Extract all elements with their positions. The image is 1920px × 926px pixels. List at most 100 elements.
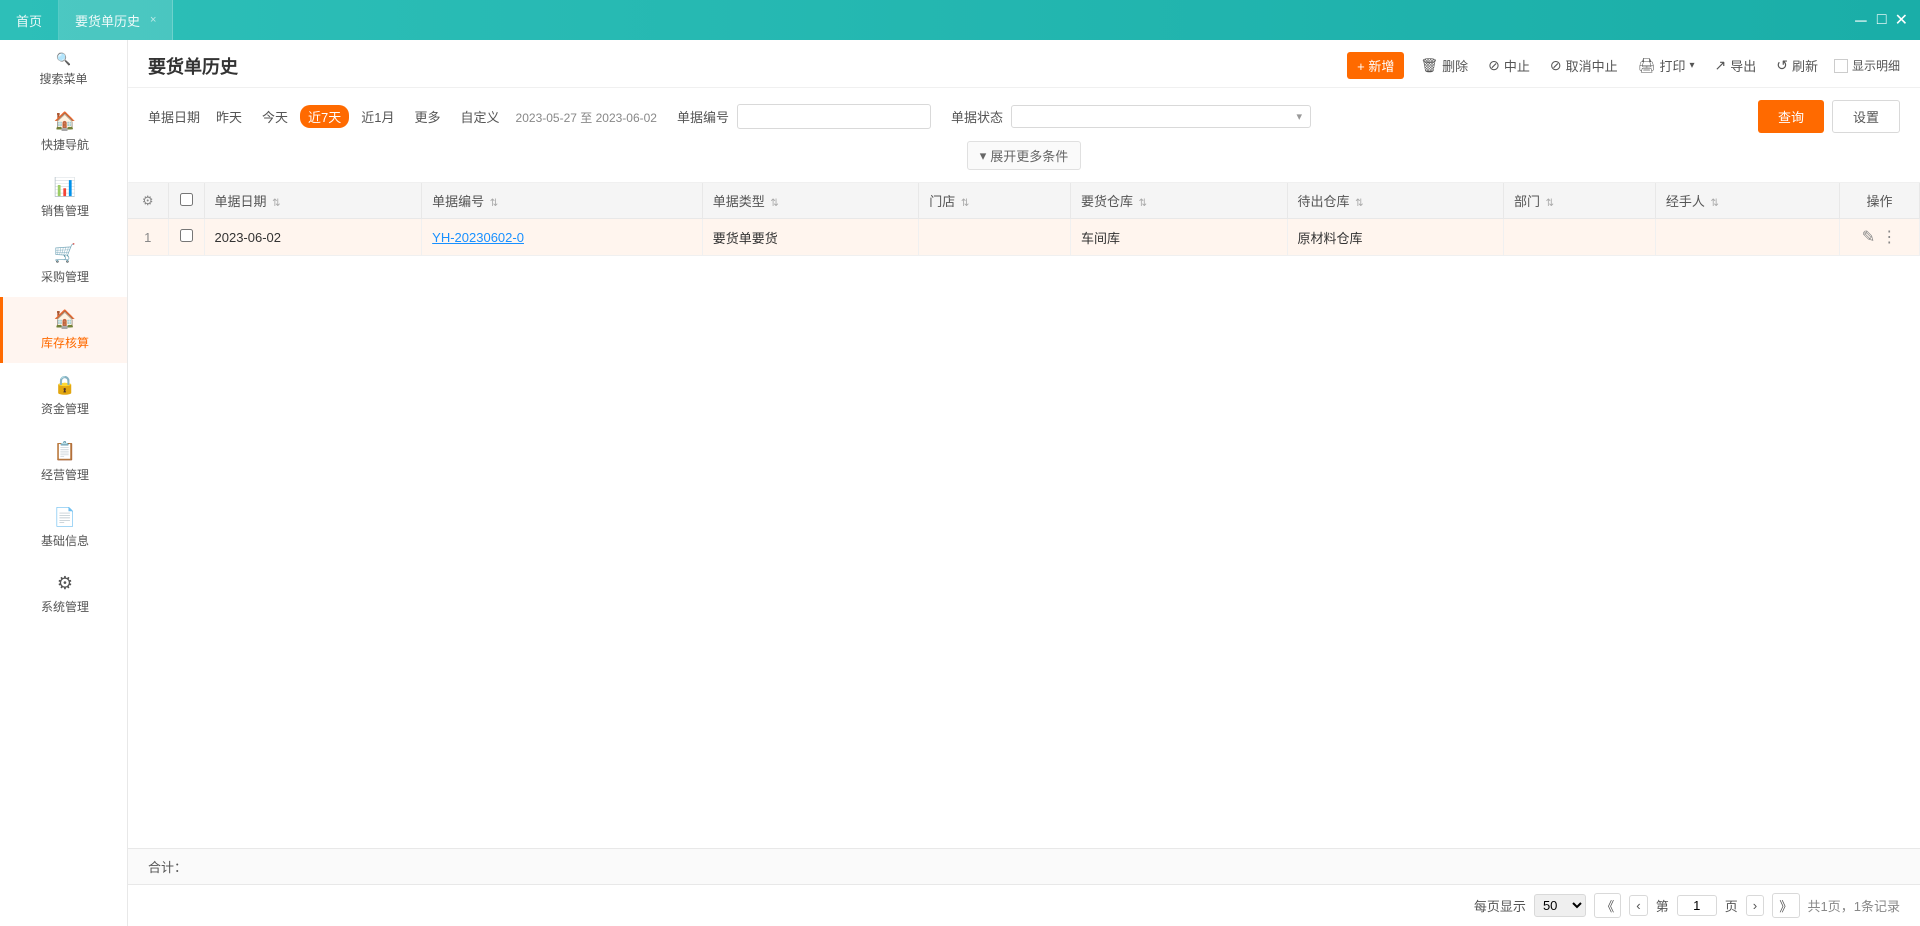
requisition-tab-label: 要货单历史 xyxy=(75,11,140,30)
row-docno[interactable]: YH-20230602-0 xyxy=(422,219,703,256)
sidebar-item-purchase[interactable]: 🛒 采购管理 xyxy=(0,231,127,297)
col-docno-label: 单据编号 xyxy=(432,194,484,209)
row-department xyxy=(1504,219,1656,256)
date-options: 昨天 今天 近7天 近1月 更多 自定义 xyxy=(208,105,508,128)
first-page-button[interactable]: 《 xyxy=(1594,893,1621,918)
col-req-warehouse-label: 要货仓库 xyxy=(1081,194,1133,209)
sidebar-item-basic-info[interactable]: 📄 基础信息 xyxy=(0,495,127,561)
row-checkbox[interactable] xyxy=(180,229,193,242)
sidebar-item-inventory[interactable]: 🏠 库存核算 xyxy=(0,297,127,363)
query-button[interactable]: 查询 xyxy=(1758,100,1824,133)
status-select[interactable]: ▾ xyxy=(1011,105,1311,128)
top-bar: 首页 要货单历史 × － □ ✕ xyxy=(0,0,1920,40)
page-number-input[interactable] xyxy=(1677,895,1717,916)
refresh-icon: ↺ xyxy=(1776,57,1788,74)
date-opt-today[interactable]: 今天 xyxy=(254,105,296,128)
table-settings-icon[interactable]: ⚙ xyxy=(142,193,154,208)
status-filter-label: 单据状态 xyxy=(951,107,1003,126)
next-page-button[interactable]: › xyxy=(1746,895,1764,916)
col-check[interactable] xyxy=(168,183,204,219)
main-layout: 🔍 搜索菜单 🏠 快捷导航 📊 销售管理 🛒 采购管理 🏠 库存核算 🔒 资金管… xyxy=(0,40,1920,926)
export-icon: ↗ xyxy=(1714,57,1726,74)
docno-filter-label: 单据编号 xyxy=(677,107,729,126)
cancel-stop-button[interactable]: ⊘ 取消中止 xyxy=(1546,54,1622,77)
sidebar-item-finance[interactable]: 🔒 资金管理 xyxy=(0,363,127,429)
show-detail-button[interactable]: 显示明细 xyxy=(1834,57,1900,74)
col-req-warehouse-sort-icon[interactable]: ⇅ xyxy=(1139,198,1147,209)
sidebar-item-label: 系统管理 xyxy=(41,598,89,615)
print-icon: 🖨 xyxy=(1638,57,1656,74)
col-doctype-sort-icon[interactable]: ⇅ xyxy=(770,198,778,209)
col-doctype-label: 单据类型 xyxy=(713,194,765,209)
prev-page-button[interactable]: ‹ xyxy=(1629,895,1647,916)
tab-requisition-history[interactable]: 要货单历史 × xyxy=(59,0,173,40)
row-more-icon[interactable]: ⋮ xyxy=(1881,227,1897,247)
sidebar-item-quick-nav[interactable]: 🏠 快捷导航 xyxy=(0,99,127,165)
select-all-checkbox[interactable] xyxy=(180,193,193,206)
filter-actions: 查询 设置 xyxy=(1758,100,1900,133)
cancel-stop-icon: ⊘ xyxy=(1550,57,1562,74)
maximize-icon[interactable]: □ xyxy=(1877,11,1887,29)
col-store-sort-icon[interactable]: ⇅ xyxy=(961,198,969,209)
col-handler-sort-icon[interactable]: ⇅ xyxy=(1710,198,1718,209)
close-icon[interactable]: ✕ xyxy=(1895,10,1908,30)
row-checkbox-cell[interactable] xyxy=(168,219,204,256)
cancel-stop-btn-label: 取消中止 xyxy=(1566,56,1618,75)
cart-icon: 🛒 xyxy=(54,243,76,264)
date-opt-1month[interactable]: 近1月 xyxy=(353,105,402,128)
total-info: 共1页，1条记录 xyxy=(1808,896,1900,915)
window-controls: － □ ✕ xyxy=(1841,8,1920,32)
delete-button[interactable]: 🗑 删除 xyxy=(1416,54,1472,77)
col-handler: 经手人 ⇅ xyxy=(1655,183,1839,219)
filter-row-2: ▾ 展开更多条件 xyxy=(148,141,1900,170)
col-docno-sort-icon[interactable]: ⇅ xyxy=(490,198,498,209)
date-opt-yesterday[interactable]: 昨天 xyxy=(208,105,250,128)
sidebar-search[interactable]: 🔍 搜索菜单 xyxy=(0,40,127,99)
home-icon: 🏠 xyxy=(54,111,76,132)
content-area: 要货单历史 + 新增 🗑 删除 ⊘ 中止 ⊘ 取消中止 🖨 xyxy=(128,40,1920,926)
minimize-icon[interactable]: － xyxy=(1853,8,1869,32)
print-btn-label: 打印 xyxy=(1659,56,1685,75)
docno-filter-group: 单据编号 xyxy=(677,104,931,129)
table-header-row: ⚙ 单据日期 ⇅ 单据编号 ⇅ xyxy=(128,183,1920,219)
col-store-label: 门店 xyxy=(929,194,955,209)
print-button[interactable]: 🖨 打印 ▾ xyxy=(1634,54,1699,77)
new-btn-label: + 新增 xyxy=(1357,56,1394,75)
date-opt-7days[interactable]: 近7天 xyxy=(300,105,349,128)
filter-settings-button[interactable]: 设置 xyxy=(1832,100,1900,133)
page-title: 要货单历史 xyxy=(148,53,238,79)
delete-btn-label: 删除 xyxy=(1442,56,1468,75)
new-button[interactable]: + 新增 xyxy=(1347,52,1404,79)
row-number: 1 xyxy=(128,219,168,256)
top-tabs: 首页 要货单历史 × xyxy=(0,0,1841,40)
sidebar-item-sales[interactable]: 📊 销售管理 xyxy=(0,165,127,231)
document-icon: 📄 xyxy=(54,507,76,528)
tab-home[interactable]: 首页 xyxy=(0,0,59,40)
export-btn-label: 导出 xyxy=(1730,56,1756,75)
expand-filter-button[interactable]: ▾ 展开更多条件 xyxy=(967,141,1082,170)
per-page-select[interactable]: 20 50 100 200 xyxy=(1534,894,1586,917)
row-handler xyxy=(1655,219,1839,256)
row-edit-icon[interactable]: ✎ xyxy=(1862,227,1875,247)
row-docno-link[interactable]: YH-20230602-0 xyxy=(432,230,524,245)
sidebar-item-system[interactable]: ⚙ 系统管理 xyxy=(0,561,127,627)
sidebar-item-operation[interactable]: 📋 经营管理 xyxy=(0,429,127,495)
date-opt-custom[interactable]: 自定义 xyxy=(453,105,508,128)
last-page-button[interactable]: 》 xyxy=(1772,893,1799,918)
chart-icon: 📊 xyxy=(54,177,76,198)
export-button[interactable]: ↗ 导出 xyxy=(1710,54,1760,77)
stop-button[interactable]: ⊘ 中止 xyxy=(1484,54,1534,77)
sidebar: 🔍 搜索菜单 🏠 快捷导航 📊 销售管理 🛒 采购管理 🏠 库存核算 🔒 资金管… xyxy=(0,40,128,926)
docno-input[interactable] xyxy=(737,104,931,129)
col-date-sort-icon[interactable]: ⇅ xyxy=(272,198,280,209)
date-opt-more[interactable]: 更多 xyxy=(407,105,449,128)
date-range-text: 2023-05-27 至 2023-06-02 xyxy=(516,109,657,126)
table-container[interactable]: ⚙ 单据日期 ⇅ 单据编号 ⇅ xyxy=(128,183,1920,848)
col-department-sort-icon[interactable]: ⇅ xyxy=(1546,198,1554,209)
col-pending-warehouse-sort-icon[interactable]: ⇅ xyxy=(1355,198,1363,209)
tab-close-icon[interactable]: × xyxy=(150,14,156,26)
refresh-button[interactable]: ↺ 刷新 xyxy=(1772,54,1822,77)
sidebar-item-label: 快捷导航 xyxy=(41,136,89,153)
delete-icon: 🗑 xyxy=(1420,57,1438,74)
col-settings[interactable]: ⚙ xyxy=(128,183,168,219)
